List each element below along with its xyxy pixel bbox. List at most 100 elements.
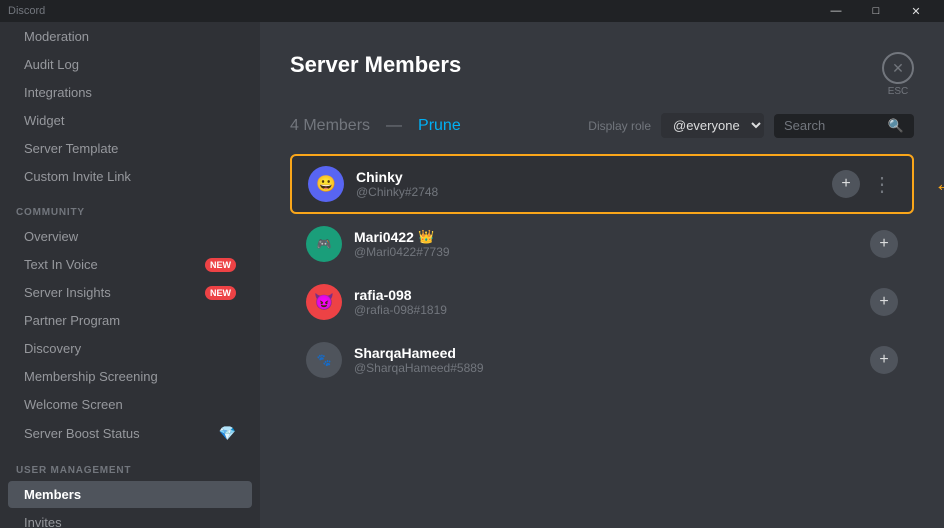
window-controls[interactable]: — □ ✕ <box>816 0 936 22</box>
member-actions: + <box>870 346 898 374</box>
user-management-section-label: USER MANAGEMENT <box>0 449 260 480</box>
sidebar-label: Custom Invite Link <box>24 169 131 184</box>
prune-link[interactable]: Prune <box>418 117 461 135</box>
sidebar-item-server-insights[interactable]: Server Insights NEW <box>8 279 252 306</box>
new-badge-server-insights: NEW <box>205 286 236 300</box>
avatar-image: 🎮 <box>317 237 332 251</box>
toolbar: Display role @everyone 🔍 <box>588 113 914 138</box>
table-row[interactable]: 😀 Chinky @Chinky#2748 + ⋮ ← <box>290 154 914 214</box>
member-name: rafia-098 <box>354 287 858 303</box>
sidebar-label: Moderation <box>24 29 89 44</box>
sidebar-item-partner-program[interactable]: Partner Program <box>8 307 252 334</box>
sidebar-item-members[interactable]: Members <box>8 481 252 508</box>
display-role-label: Display role <box>588 119 651 133</box>
app-body: Moderation Audit Log Integrations Widget… <box>0 22 944 528</box>
sidebar-label: Invites <box>24 515 62 528</box>
avatar: 😀 <box>308 166 344 202</box>
title-bar: Discord — □ ✕ <box>0 0 944 22</box>
plus-icon: + <box>841 175 850 193</box>
display-role-select[interactable]: @everyone <box>661 113 764 138</box>
member-name: SharqaHameed <box>354 345 858 361</box>
member-discriminator: @Chinky#2748 <box>356 185 820 199</box>
add-role-button[interactable]: + <box>832 170 860 198</box>
member-info: SharqaHameed @SharqaHameed#5889 <box>354 345 858 375</box>
esc-button[interactable]: ✕ ESC <box>882 52 914 97</box>
members-count: 4 Members <box>290 117 370 135</box>
add-role-button[interactable]: + <box>870 288 898 316</box>
search-icon: 🔍 <box>888 118 904 134</box>
more-options-button[interactable]: ⋮ <box>868 172 896 197</box>
sidebar-label: Membership Screening <box>24 369 158 384</box>
sidebar-label: Members <box>24 487 81 502</box>
avatar-icon: 😈 <box>314 292 334 312</box>
member-actions: + <box>870 288 898 316</box>
avatar: 🎮 <box>306 226 342 262</box>
esc-label: ESC <box>888 86 909 97</box>
dash: — <box>386 117 402 135</box>
table-row[interactable]: 🐾 SharqaHameed @SharqaHameed#5889 + <box>290 332 914 388</box>
member-info: rafia-098 @rafia-098#1819 <box>354 287 858 317</box>
app-title: Discord <box>8 5 45 17</box>
sidebar-item-audit-log[interactable]: Audit Log <box>8 51 252 78</box>
sidebar-item-integrations[interactable]: Integrations <box>8 79 252 106</box>
page-title: Server Members <box>290 52 461 78</box>
sidebar-item-server-template[interactable]: Server Template <box>8 135 252 162</box>
community-section-label: COMMUNITY <box>0 191 260 222</box>
member-discriminator: @SharqaHameed#5889 <box>354 361 858 375</box>
sidebar-item-welcome-screen[interactable]: Welcome Screen <box>8 391 252 418</box>
sidebar-item-overview[interactable]: Overview <box>8 223 252 250</box>
crown-icon: 👑 <box>418 229 434 245</box>
close-button[interactable]: ✕ <box>896 0 936 22</box>
avatar: 😈 <box>306 284 342 320</box>
member-name: Chinky <box>356 169 820 185</box>
new-badge-text-in-voice: NEW <box>205 258 236 272</box>
member-name: Mari0422 👑 <box>354 229 858 245</box>
sidebar-label: Overview <box>24 229 78 244</box>
sidebar-label: Server Insights <box>24 285 111 300</box>
members-controls: 4 Members — Prune Display role @everyone… <box>290 113 914 138</box>
member-info: Mari0422 👑 @Mari0422#7739 <box>354 229 858 259</box>
boost-icon: 💎 <box>219 425 236 442</box>
minimize-button[interactable]: — <box>816 0 856 22</box>
main-content: Server Members ✕ ESC 4 Members — Prune D… <box>260 22 944 528</box>
sidebar-item-custom-invite-link[interactable]: Custom Invite Link <box>8 163 252 190</box>
sidebar-item-server-boost-status[interactable]: Server Boost Status 💎 <box>8 419 252 448</box>
table-row[interactable]: 😈 rafia-098 @rafia-098#1819 + <box>290 274 914 330</box>
sidebar-label: Widget <box>24 113 64 128</box>
sidebar-label: Server Boost Status <box>24 426 140 441</box>
plus-icon: + <box>879 293 888 311</box>
sidebar-label: Audit Log <box>24 57 79 72</box>
maximize-button[interactable]: □ <box>856 0 896 22</box>
add-role-button[interactable]: + <box>870 346 898 374</box>
sidebar-label: Partner Program <box>24 313 120 328</box>
sidebar-label: Text In Voice <box>24 257 98 272</box>
member-discriminator: @rafia-098#1819 <box>354 303 858 317</box>
member-actions: + <box>870 230 898 258</box>
search-input[interactable] <box>784 118 882 133</box>
plus-icon: + <box>879 351 888 369</box>
plus-icon: + <box>879 235 888 253</box>
page-header: Server Members ✕ ESC <box>290 52 914 97</box>
esc-circle: ✕ <box>882 52 914 84</box>
sidebar-label: Server Template <box>24 141 118 156</box>
sidebar: Moderation Audit Log Integrations Widget… <box>0 22 260 528</box>
avatar: 🐾 <box>306 342 342 378</box>
sidebar-item-text-in-voice[interactable]: Text In Voice NEW <box>8 251 252 278</box>
sidebar-item-invites[interactable]: Invites <box>8 509 252 528</box>
member-actions: + ⋮ <box>832 170 896 198</box>
members-list: 😀 Chinky @Chinky#2748 + ⋮ ← <box>290 154 914 388</box>
sidebar-item-widget[interactable]: Widget <box>8 107 252 134</box>
arrow-indicator: ← <box>934 171 944 197</box>
sidebar-label: Integrations <box>24 85 92 100</box>
sidebar-label: Discovery <box>24 341 81 356</box>
sidebar-item-discovery[interactable]: Discovery <box>8 335 252 362</box>
sidebar-item-moderation[interactable]: Moderation <box>8 23 252 50</box>
add-role-button[interactable]: + <box>870 230 898 258</box>
sidebar-label: Welcome Screen <box>24 397 123 412</box>
title-bar-left: Discord <box>8 5 45 17</box>
sidebar-item-membership-screening[interactable]: Membership Screening <box>8 363 252 390</box>
search-box[interactable]: 🔍 <box>774 114 914 138</box>
avatar-icon: 😀 <box>316 174 336 194</box>
table-row[interactable]: 🎮 Mari0422 👑 @Mari0422#7739 + <box>290 216 914 272</box>
avatar-icon: 🐾 <box>317 353 332 367</box>
